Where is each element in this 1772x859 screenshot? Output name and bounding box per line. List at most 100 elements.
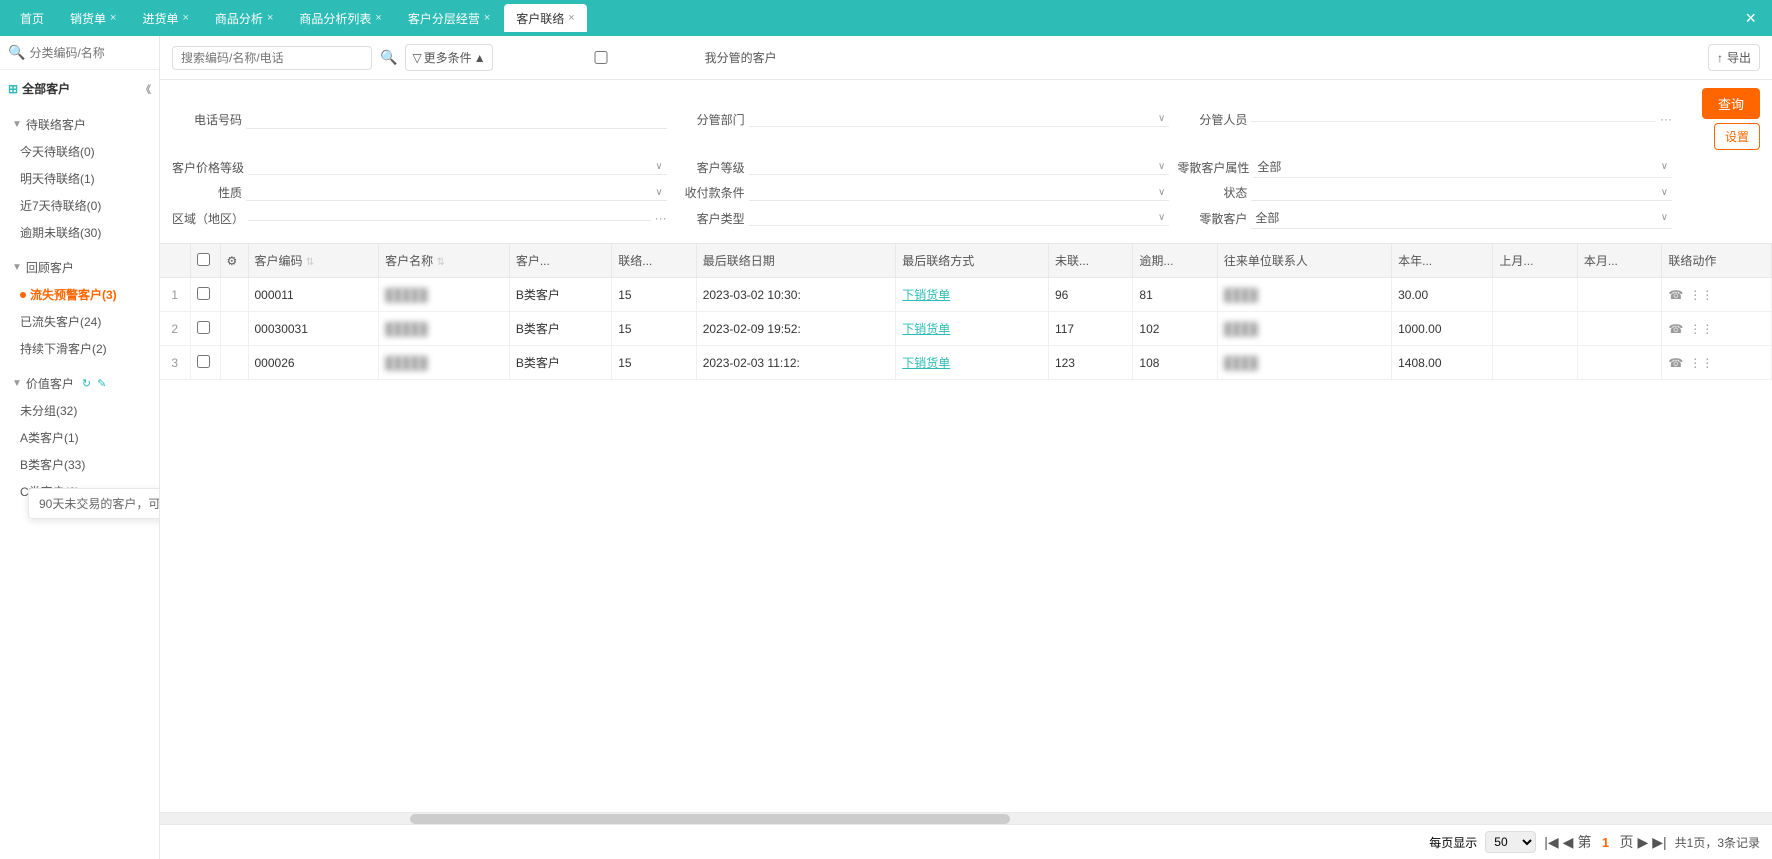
- zero-attr-select[interactable]: 全部 ∨: [1253, 156, 1672, 178]
- sidebar-item-overdue-contact[interactable]: 逾期未联络(30): [0, 219, 159, 246]
- payment-select[interactable]: ∨: [749, 185, 1170, 201]
- tab-customer-contact-close[interactable]: ×: [568, 12, 574, 24]
- today-contact-label: 今天待联络(0): [20, 143, 95, 160]
- gender-select[interactable]: ∨: [246, 185, 667, 201]
- price-level-select[interactable]: ∨: [248, 159, 667, 175]
- tab-home[interactable]: 首页: [8, 4, 56, 32]
- action-more-icon[interactable]: ⋮⋮: [1689, 288, 1713, 302]
- col-customer-code[interactable]: 客户编码 ⇅: [248, 244, 379, 278]
- customer-type-select[interactable]: ∨: [749, 210, 1170, 226]
- current-page-number: 1: [1595, 835, 1615, 850]
- row-overdue: 81: [1133, 278, 1217, 312]
- row-last-contact-method[interactable]: 下销货单: [896, 278, 1049, 312]
- sidebar-item-declining[interactable]: 持续下滑客户(2): [0, 335, 159, 362]
- value-group[interactable]: ▼ 价值客户 ↻ ✎: [0, 370, 159, 397]
- search-input[interactable]: [172, 46, 372, 70]
- sidebar-item-ungrouped[interactable]: 未分组(32): [0, 397, 159, 424]
- sidebar-search-icon: 🔍: [8, 44, 25, 61]
- prev-page-icon[interactable]: ◀: [1563, 834, 1574, 851]
- settings-button[interactable]: 设置: [1714, 123, 1760, 150]
- refresh-icon[interactable]: ↻: [82, 377, 91, 390]
- sidebar-item-churned[interactable]: 已流失客户(24): [0, 308, 159, 335]
- tab-analysis-list[interactable]: 商品分析列表 ×: [287, 4, 393, 32]
- export-button[interactable]: ↑ 导出: [1708, 44, 1760, 71]
- sidebar-collapse-icon[interactable]: 《: [141, 81, 151, 96]
- horizontal-scrollbar[interactable]: [160, 812, 1772, 824]
- tab-sales[interactable]: 销货单 ×: [58, 4, 128, 32]
- filter-cell-customer-type: 客户类型 ∨: [675, 210, 1170, 227]
- tab-purchase-close[interactable]: ×: [182, 12, 188, 24]
- tab-purchase-label: 进货单: [142, 10, 178, 27]
- tab-customer-segment-close[interactable]: ×: [484, 12, 490, 24]
- row-last-contact-method[interactable]: 下销货单: [896, 346, 1049, 380]
- select-all-checkbox[interactable]: [197, 253, 210, 266]
- row-checkbox[interactable]: [190, 346, 220, 380]
- row-checkbox[interactable]: [190, 278, 220, 312]
- tab-analysis-close[interactable]: ×: [267, 12, 273, 24]
- declining-label: 持续下滑客户(2): [20, 340, 107, 357]
- row-customer-name: █████: [379, 346, 510, 380]
- action-contact-icon[interactable]: ☎: [1668, 322, 1683, 336]
- sidebar-item-today-contact[interactable]: 今天待联络(0): [0, 138, 159, 165]
- first-page-icon[interactable]: |◀: [1544, 834, 1558, 851]
- overdue-contact-label: 逾期未联络(30): [20, 224, 101, 241]
- dept-select[interactable]: ∨: [749, 111, 1170, 127]
- my-customers-checkbox-area[interactable]: 我分管的客户: [501, 49, 777, 66]
- status-select[interactable]: ∨: [1251, 185, 1672, 201]
- sidebar-item-7days-contact[interactable]: 近7天待联络(0): [0, 192, 159, 219]
- this-month-header: 本月...: [1584, 254, 1618, 268]
- row-action: ☎ ⋮⋮: [1662, 312, 1772, 346]
- price-chevron-icon: ∨: [655, 161, 662, 172]
- tab-analysis-list-close[interactable]: ×: [375, 12, 381, 24]
- payment-label: 收付款条件: [675, 184, 745, 201]
- last-page-icon[interactable]: ▶|: [1652, 834, 1666, 851]
- phone-input[interactable]: [246, 110, 667, 129]
- col-settings[interactable]: ⚙: [220, 244, 248, 278]
- sidebar-all-customers-header[interactable]: ⊞ 全部客户 《: [0, 74, 159, 103]
- row-contact: 15: [612, 278, 696, 312]
- tab-customer-contact[interactable]: 客户联络 ×: [504, 4, 586, 32]
- pending-contact-group[interactable]: ▼ 待联络客户: [0, 111, 159, 138]
- customer-level-select[interactable]: ∨: [749, 159, 1170, 175]
- filter-search-icon[interactable]: 🔍: [380, 49, 397, 66]
- manager-dots-icon[interactable]: ···: [1660, 112, 1672, 126]
- tab-customer-segment[interactable]: 客户分层经营 ×: [396, 4, 502, 32]
- per-page-select[interactable]: 50 100 200: [1485, 831, 1536, 853]
- my-customers-checkbox[interactable]: [501, 51, 701, 64]
- overdue-header: 逾期...: [1139, 254, 1173, 268]
- action-more-icon[interactable]: ⋮⋮: [1689, 322, 1713, 336]
- row-last-contact-method[interactable]: 下销货单: [896, 312, 1049, 346]
- zero-attr-label: 零散客户属性: [1177, 159, 1249, 176]
- zero-customer-select[interactable]: 全部 ∨: [1251, 207, 1672, 229]
- action-contact-icon[interactable]: ☎: [1668, 356, 1683, 370]
- query-button[interactable]: 查询: [1702, 88, 1760, 119]
- tab-purchase[interactable]: 进货单 ×: [130, 4, 200, 32]
- action-more-icon[interactable]: ⋮⋮: [1689, 356, 1713, 370]
- row-checkbox[interactable]: [190, 312, 220, 346]
- next-page-icon[interactable]: ▶: [1637, 834, 1648, 851]
- region-dots-icon[interactable]: ···: [655, 211, 667, 225]
- risk-group[interactable]: ▼ 回顾客户: [0, 254, 159, 281]
- customer-code-sort-icon: ⇅: [306, 257, 314, 268]
- all-customers-label: 全部客户: [22, 80, 70, 97]
- tooltip-text: 90天未交易的客户，可能有流失风险。: [39, 497, 160, 511]
- window-close-button[interactable]: ×: [1737, 8, 1764, 29]
- sidebar-item-churn-warning[interactable]: 流失预警客户(3): [0, 281, 159, 308]
- action-contact-icon[interactable]: ☎: [1668, 288, 1683, 302]
- sidebar-item-b-class[interactable]: B类客户(33): [0, 451, 159, 478]
- edit-icon[interactable]: ✎: [97, 377, 106, 390]
- sidebar-search-input[interactable]: [29, 46, 160, 60]
- scrollbar-thumb[interactable]: [410, 814, 1010, 824]
- manager-select[interactable]: [1251, 117, 1656, 122]
- sidebar-item-a-class[interactable]: A类客户(1): [0, 424, 159, 451]
- col-customer-name[interactable]: 客户名称 ⇅: [379, 244, 510, 278]
- tab-analysis[interactable]: 商品分析 ×: [203, 4, 285, 32]
- row-action: ☎ ⋮⋮: [1662, 346, 1772, 380]
- tab-sales-close[interactable]: ×: [110, 12, 116, 24]
- sidebar: 🔍 ⊞ 全部客户 《 ▼ 待联络客户 今天待联络(0) 明天待联络(1) 近7天…: [0, 36, 160, 859]
- sidebar-item-tomorrow-contact[interactable]: 明天待联络(1): [0, 165, 159, 192]
- more-conditions-button[interactable]: ▽ 更多条件 ▲: [405, 44, 492, 71]
- risk-section: ▼ 回顾客户 90天未交易的客户，可能有流失风险。 流失预警客户(3) 已流失客…: [0, 250, 159, 366]
- col-last-contact-date: 最后联络日期: [696, 244, 896, 278]
- region-select[interactable]: [248, 216, 651, 221]
